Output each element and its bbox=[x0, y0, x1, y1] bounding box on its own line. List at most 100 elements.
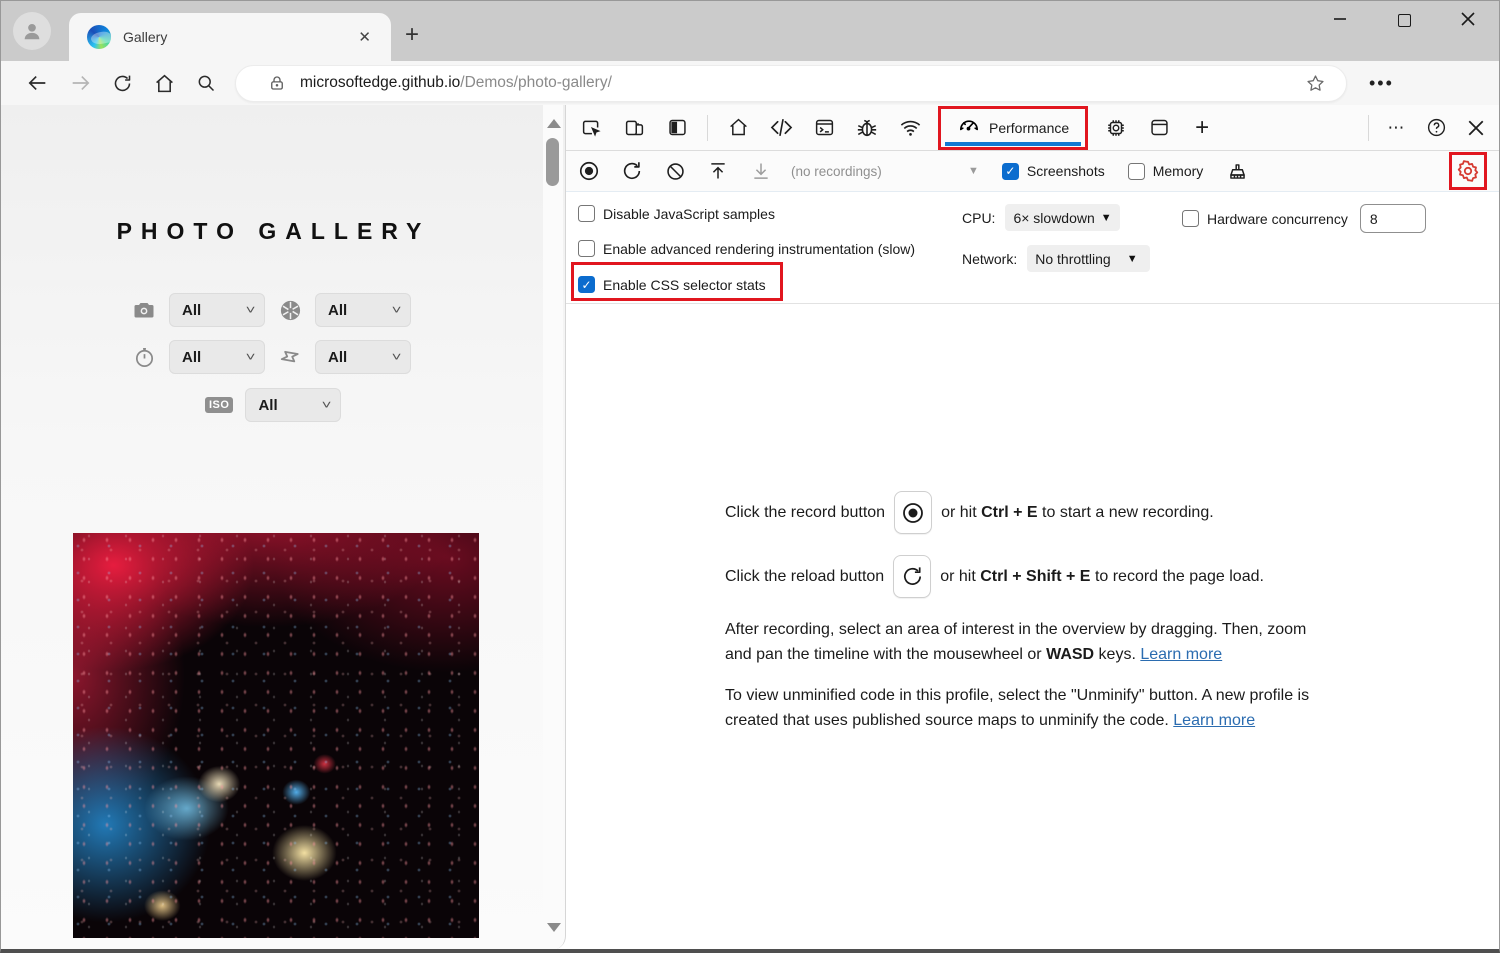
refresh-icon[interactable] bbox=[101, 66, 143, 100]
browser-window: Gallery ✕ + bbox=[0, 0, 1500, 953]
memory-panel-icon[interactable] bbox=[1099, 111, 1133, 145]
camera-filter-select[interactable]: All ˅ bbox=[169, 293, 265, 327]
advanced-rendering-row[interactable]: Enable advanced rendering instrumentatio… bbox=[578, 240, 915, 257]
capture-settings-pane: Disable JavaScript samples Enable advanc… bbox=[566, 192, 1499, 304]
instruction-text: Click the record button bbox=[725, 504, 885, 522]
aperture-filter-select[interactable]: All ˅ bbox=[315, 293, 411, 327]
memory-checkbox[interactable]: Memory bbox=[1128, 163, 1204, 180]
scroll-down-icon[interactable] bbox=[547, 923, 561, 932]
network-icon[interactable] bbox=[893, 111, 927, 145]
hardware-concurrency-checkbox[interactable] bbox=[1182, 210, 1199, 227]
advanced-rendering-checkbox[interactable] bbox=[578, 240, 595, 257]
reload-button[interactable] bbox=[893, 555, 931, 598]
chevron-down-icon: ˅ bbox=[246, 350, 256, 364]
filter-row-2: All ˅ All ˅ bbox=[131, 340, 411, 374]
screenshots-checkbox[interactable]: ✓ Screenshots bbox=[1002, 163, 1105, 180]
devtools-close-icon[interactable] bbox=[1459, 111, 1493, 145]
performance-icon bbox=[957, 114, 980, 142]
performance-toolbar: (no recordings) ▼ ✓ Screenshots Memory bbox=[566, 151, 1499, 192]
exposure-filter-select[interactable]: All ˅ bbox=[169, 340, 265, 374]
collect-garbage-icon[interactable] bbox=[1220, 154, 1254, 188]
devtools-more-icon[interactable]: ⋯ bbox=[1379, 111, 1413, 145]
more-tabs-button[interactable]: + bbox=[1185, 111, 1219, 145]
hardware-concurrency-label: Hardware concurrency bbox=[1207, 211, 1348, 227]
dock-side-icon[interactable] bbox=[660, 111, 694, 145]
iso-filter-select[interactable]: All ˅ bbox=[245, 388, 341, 422]
screenshots-label: Screenshots bbox=[1027, 163, 1105, 179]
lock-icon[interactable] bbox=[268, 74, 286, 92]
welcome-icon[interactable] bbox=[721, 111, 755, 145]
flash-filter-select[interactable]: All ˅ bbox=[315, 340, 411, 374]
devtools-tab-bar: Performance + ⋯ bbox=[566, 105, 1499, 151]
divider bbox=[707, 115, 708, 141]
unminify-paragraph: To view unminified code in this profile,… bbox=[725, 683, 1337, 733]
upload-icon[interactable] bbox=[701, 154, 735, 188]
search-icon[interactable] bbox=[185, 66, 227, 100]
instruction-text: Click the reload button bbox=[725, 568, 884, 586]
learn-more-link[interactable]: Learn more bbox=[1173, 712, 1255, 729]
css-selector-stats-row[interactable]: ✓ Enable CSS selector stats bbox=[578, 276, 766, 293]
performance-landing: Click the record button or hit Ctrl + E … bbox=[566, 304, 1499, 950]
gallery-photo[interactable] bbox=[73, 533, 479, 938]
forward-icon[interactable] bbox=[59, 66, 101, 100]
console-icon[interactable] bbox=[807, 111, 841, 145]
recordings-select[interactable]: (no recordings) bbox=[791, 164, 959, 179]
help-icon[interactable] bbox=[1419, 111, 1453, 145]
disable-js-checkbox[interactable] bbox=[578, 205, 595, 222]
minimize-icon[interactable] bbox=[1327, 11, 1353, 32]
tab-performance-label: Performance bbox=[989, 120, 1069, 136]
url-path: /Demos/photo-gallery/ bbox=[460, 74, 612, 91]
elements-icon[interactable] bbox=[764, 111, 798, 145]
hardware-concurrency-input[interactable] bbox=[1360, 204, 1426, 233]
checkbox-unchecked[interactable] bbox=[1128, 163, 1145, 180]
chevron-down-icon: ˅ bbox=[392, 350, 402, 364]
scrollbar-thumb[interactable] bbox=[546, 138, 559, 186]
maximize-icon[interactable] bbox=[1391, 12, 1417, 32]
browser-more-icon[interactable]: ••• bbox=[1369, 73, 1394, 94]
iso-icon: ISO bbox=[205, 397, 233, 413]
profile-avatar-icon[interactable] bbox=[13, 12, 51, 50]
address-bar[interactable]: microsoftedge.github.io/Demos/photo-gall… bbox=[235, 65, 1347, 102]
application-icon[interactable] bbox=[1142, 111, 1176, 145]
network-row: Network: No throttling ▼ bbox=[962, 245, 1150, 272]
scroll-up-icon[interactable] bbox=[547, 119, 561, 128]
url-text[interactable]: microsoftedge.github.io/Demos/photo-gall… bbox=[300, 74, 1305, 92]
css-selector-stats-checkbox[interactable]: ✓ bbox=[578, 276, 595, 293]
close-icon[interactable] bbox=[1455, 11, 1481, 32]
filter-row-3: ISO All ˅ bbox=[205, 388, 341, 422]
divider bbox=[1368, 115, 1369, 141]
devtools-panel: Performance + ⋯ bbox=[566, 105, 1499, 950]
dropdown-icon[interactable]: ▼ bbox=[968, 165, 979, 177]
tab-close-icon[interactable]: ✕ bbox=[350, 24, 379, 50]
active-tab-underline bbox=[945, 142, 1081, 146]
iso-filter-value: All bbox=[258, 397, 277, 414]
clear-icon[interactable] bbox=[658, 154, 692, 188]
page-scrollbar[interactable] bbox=[543, 105, 563, 950]
back-icon[interactable] bbox=[17, 66, 59, 100]
cpu-row: CPU: 6× slowdown ▼ bbox=[962, 204, 1120, 231]
reload-icon[interactable] bbox=[615, 154, 649, 188]
checkbox-checked[interactable]: ✓ bbox=[1002, 163, 1019, 180]
capture-settings-gear-icon[interactable] bbox=[1449, 152, 1487, 190]
reload-instruction: Click the reload button or hit Ctrl + Sh… bbox=[725, 555, 1264, 598]
inspect-icon[interactable] bbox=[574, 111, 608, 145]
record-instruction: Click the record button or hit Ctrl + E … bbox=[725, 491, 1214, 534]
download-icon[interactable] bbox=[744, 154, 778, 188]
browser-tab-gallery[interactable]: Gallery ✕ bbox=[69, 13, 391, 61]
new-tab-button[interactable]: + bbox=[405, 21, 419, 49]
tab-performance[interactable]: Performance bbox=[938, 106, 1088, 150]
record-icon[interactable] bbox=[572, 154, 606, 188]
record-button[interactable] bbox=[894, 491, 932, 534]
debug-icon[interactable] bbox=[850, 111, 884, 145]
instruction-text: or hit Ctrl + E to start a new recording… bbox=[941, 504, 1214, 522]
cpu-select[interactable]: 6× slowdown ▼ bbox=[1005, 204, 1119, 231]
learn-more-link[interactable]: Learn more bbox=[1140, 646, 1222, 663]
home-icon[interactable] bbox=[143, 66, 185, 100]
network-select[interactable]: No throttling ▼ bbox=[1027, 245, 1149, 272]
navigation-bar: microsoftedge.github.io/Demos/photo-gall… bbox=[1, 61, 1499, 105]
hardware-concurrency-row: Hardware concurrency bbox=[1182, 204, 1426, 233]
device-emulation-icon[interactable] bbox=[617, 111, 651, 145]
window-controls bbox=[1327, 11, 1481, 32]
disable-js-row[interactable]: Disable JavaScript samples bbox=[578, 205, 775, 222]
star-icon[interactable] bbox=[1305, 73, 1326, 94]
